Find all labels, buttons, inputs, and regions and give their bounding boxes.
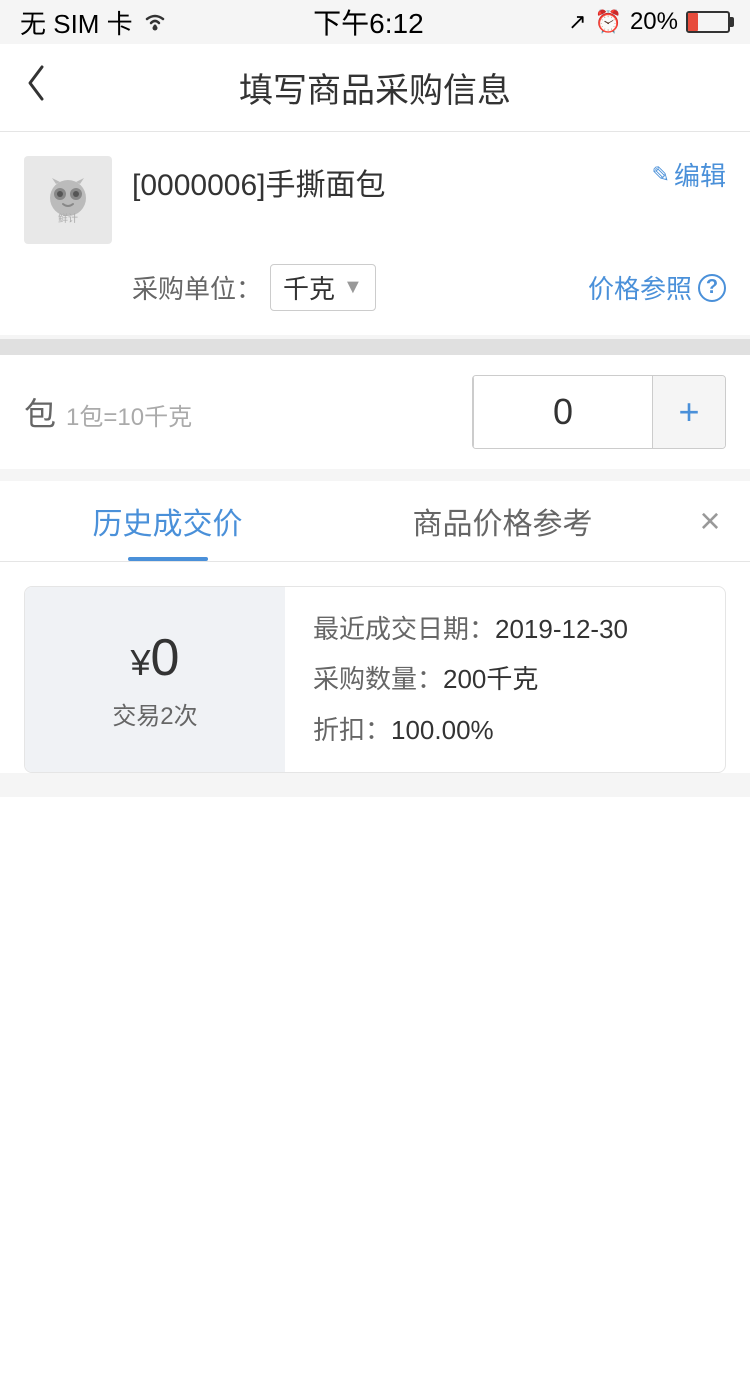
quantity-value-text: 200千克	[443, 664, 538, 694]
chevron-down-icon: ▼	[343, 276, 363, 299]
card-details: 最近成交日期：2019-12-30 采购数量：200千克 折扣：100.00%	[285, 587, 725, 772]
unit-conversion: 1包=10千克	[66, 397, 192, 432]
status-bar: 无 SIM 卡 下午6:12 ↗ ⏰ 20%	[0, 0, 750, 44]
help-icon: ?	[698, 274, 726, 302]
plus-icon: +	[678, 391, 699, 433]
quantity-plus-button[interactable]: +	[653, 376, 725, 448]
unit-value: 千克	[283, 269, 335, 306]
purchase-quantity-row: 采购数量：200千克	[313, 661, 697, 697]
unit-package: 包	[24, 389, 56, 435]
alarm-icon: ⏰	[595, 9, 622, 35]
close-icon: ×	[699, 500, 720, 542]
wifi-icon	[141, 7, 169, 38]
location-icon: ↗	[568, 9, 586, 35]
svg-text:鲜计: 鲜计	[58, 212, 78, 225]
carrier-text: 无 SIM 卡	[20, 4, 133, 41]
price-ref-label: 价格参照	[588, 269, 692, 306]
status-time: 下午6:12	[313, 2, 424, 42]
panel: 历史成交价 商品价格参考 × ¥0 交易2次 最近成交日期：2019-12-30…	[0, 481, 750, 773]
tab-price-ref-label: 商品价格参考	[413, 499, 593, 543]
edit-icon: ✎	[652, 162, 670, 188]
quantity-label-text: 采购数量：	[313, 664, 443, 694]
status-right: ↗ ⏰ 20%	[568, 8, 730, 36]
discount-row: 折扣：100.00%	[313, 712, 697, 748]
product-section: 鲜计 [0000006]手撕面包 ✎ 编辑 采购单位： 千克 ▼ 价格参照 ?	[0, 132, 750, 335]
status-carrier: 无 SIM 卡	[20, 4, 169, 41]
price-value: 0	[151, 629, 180, 687]
price-display: ¥0	[131, 628, 180, 688]
card-price-summary: ¥0 交易2次	[25, 587, 285, 772]
currency-symbol: ¥	[131, 642, 151, 683]
product-thumbnail: 鲜计	[24, 156, 112, 244]
unit-label: 采购单位：	[132, 269, 262, 306]
discount-value: 100.00%	[391, 715, 494, 745]
page-title: 填写商品采购信息	[239, 63, 511, 112]
tab-history-price[interactable]: 历史成交价	[0, 481, 335, 561]
date-label: 最近成交日期：	[313, 614, 495, 644]
tab-close-button[interactable]: ×	[670, 481, 750, 561]
tab-active-indicator	[128, 557, 208, 561]
tabs: 历史成交价 商品价格参考 ×	[0, 481, 750, 562]
quantity-control: 0 +	[472, 375, 726, 449]
unit-dropdown[interactable]: 千克 ▼	[270, 264, 376, 311]
tab-history-label: 历史成交价	[93, 499, 243, 543]
product-name: [0000006]手撕面包	[132, 156, 385, 204]
last-trade-date-row: 最近成交日期：2019-12-30	[313, 611, 697, 647]
product-unit-row: 采购单位： 千克 ▼ 价格参照 ?	[24, 264, 726, 311]
back-button[interactable]	[24, 63, 48, 112]
trade-count: 交易2次	[112, 696, 197, 731]
product-info: 鲜计 [0000006]手撕面包	[24, 156, 385, 244]
battery-percent: 20%	[630, 8, 678, 36]
quantity-section: 包 1包=10千克 0 +	[0, 355, 750, 469]
product-header: 鲜计 [0000006]手撕面包 ✎ 编辑	[24, 156, 726, 244]
price-reference-button[interactable]: 价格参照 ?	[588, 269, 726, 306]
quantity-value[interactable]: 0	[473, 376, 653, 448]
nav-bar: 填写商品采购信息	[0, 44, 750, 132]
edit-button[interactable]: ✎ 编辑	[652, 156, 726, 193]
unit-selector: 采购单位： 千克 ▼	[132, 264, 376, 311]
section-divider	[0, 339, 750, 355]
bottom-space	[0, 797, 750, 1397]
quantity-label: 包 1包=10千克	[24, 389, 192, 435]
battery-icon	[686, 11, 730, 33]
date-value: 2019-12-30	[495, 614, 628, 644]
discount-label: 折扣：	[313, 715, 391, 745]
history-card: ¥0 交易2次 最近成交日期：2019-12-30 采购数量：200千克 折扣：…	[24, 586, 726, 773]
tab-product-price-ref[interactable]: 商品价格参考	[335, 481, 670, 561]
